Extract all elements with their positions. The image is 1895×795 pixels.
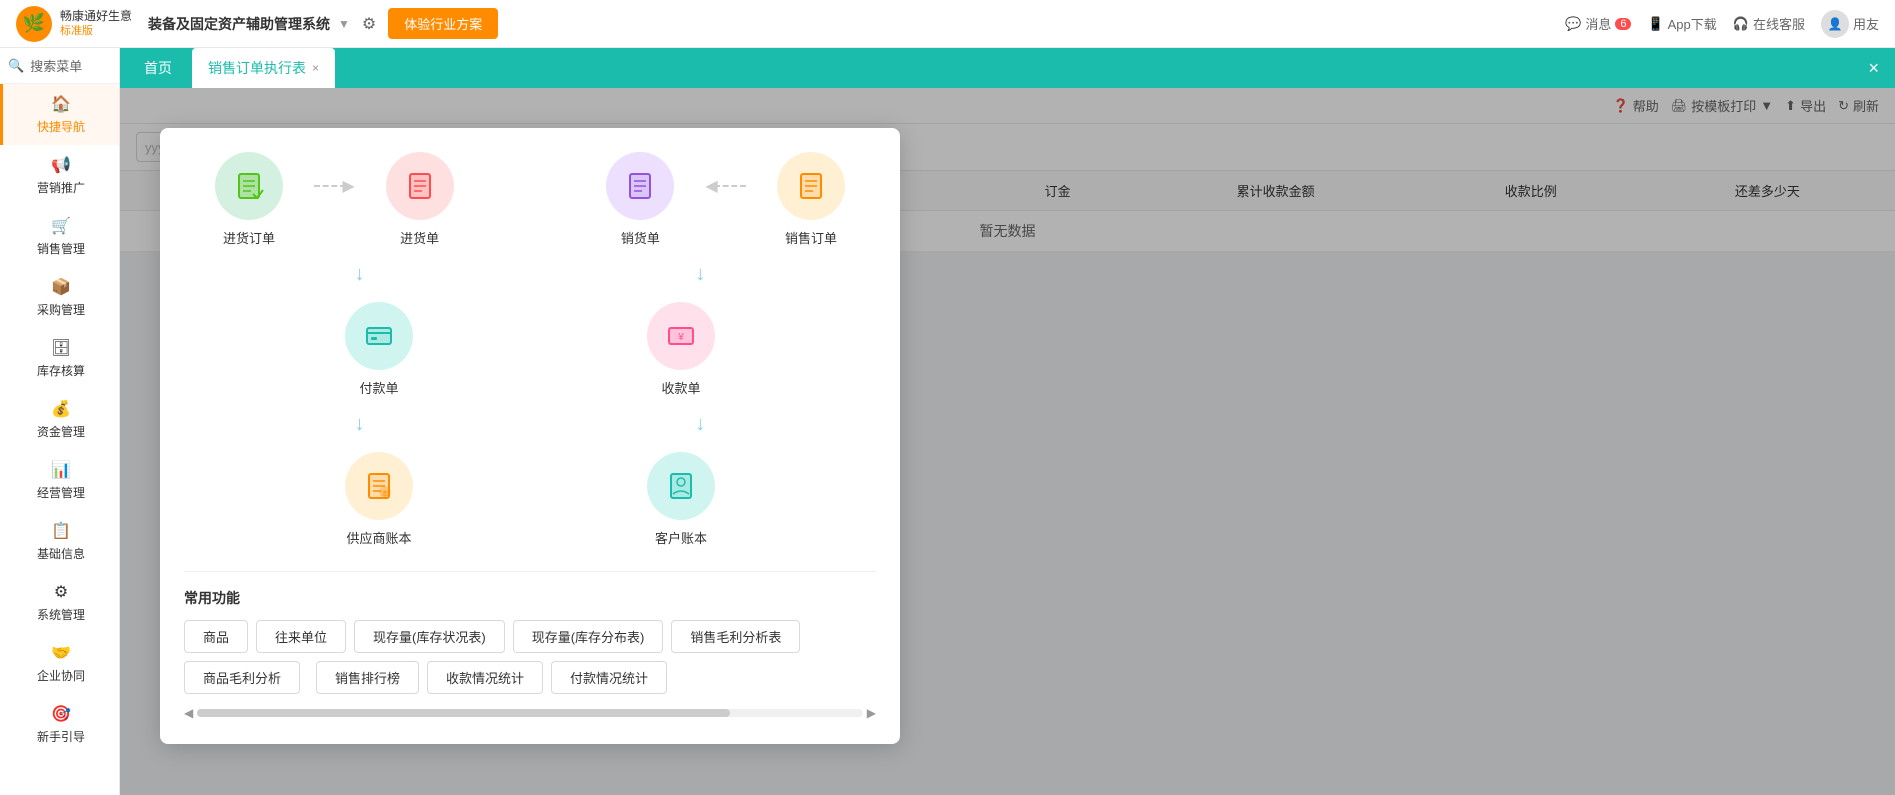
finance-icon: 💰 — [51, 399, 71, 419]
scrollbar-thumb — [197, 709, 729, 717]
inventory-icon: 🗄 — [51, 338, 71, 358]
base-icon: 📋 — [51, 521, 71, 541]
sidebar-item-marketing[interactable]: 📢 营销推广 — [0, 145, 119, 206]
common-func-button[interactable]: 现存量(库存状况表) — [354, 620, 505, 653]
down-arrow-payment: ↓ — [355, 413, 365, 436]
top-bar: 🌿 畅康通好生意 标准版 装备及固定资产辅助管理系统 ▼ ⚙ 体验行业方案 💬 … — [0, 0, 1895, 48]
supplier-ledger-circle: 本 — [345, 452, 413, 520]
sidebar-item-finance[interactable]: 💰 资金管理 — [0, 389, 119, 450]
sidebar-item-purchase[interactable]: 📦 采购管理 — [0, 267, 119, 328]
flow-item-customer-ledger[interactable]: 客户账本 — [616, 452, 746, 547]
sales-bill-circle — [606, 152, 674, 220]
settings-icon[interactable]: ⚙ — [362, 14, 376, 34]
modal-scrollbar: ◀ ▶ — [184, 706, 876, 720]
purchase-bill-circle — [386, 152, 454, 220]
arrow-sales-order-to-bill: ◀ — [705, 176, 746, 196]
message-icon: 💬 — [1565, 16, 1581, 32]
tab-home[interactable]: 首页 — [128, 48, 188, 88]
common-func-button[interactable]: 收款情况统计 — [427, 661, 543, 694]
logo-area: 🌿 畅康通好生意 标准版 — [16, 6, 136, 42]
sidebar-item-system[interactable]: ⚙ 系统管理 — [0, 572, 119, 633]
down-arrow-receipt: ↓ — [695, 413, 705, 436]
receipt-circle: ¥ — [647, 302, 715, 370]
system-title: 装备及固定资产辅助管理系统 ▼ — [148, 14, 350, 34]
content-area: 首页 销售订单执行表 × × ❓ 帮助 🖨 — [120, 48, 1895, 795]
flow-row-5: 本 供应商账本 — [184, 452, 876, 547]
logo-icon: 🌿 — [16, 6, 52, 42]
common-func-button[interactable]: 销售毛利分析表 — [671, 620, 800, 653]
system-title-chevron-icon[interactable]: ▼ — [338, 17, 350, 31]
search-menu-button[interactable]: 🔍 搜索菜单 — [0, 48, 119, 84]
tab-close-icon[interactable]: × — [312, 61, 319, 75]
common-func-button[interactable]: 商品 — [184, 620, 248, 653]
common-func-button[interactable]: 现存量(库存分布表) — [513, 620, 664, 653]
online-service-icon: 🎧 — [1733, 16, 1749, 32]
online-service-button[interactable]: 🎧 在线客服 — [1733, 14, 1805, 33]
top-right-area: 💬 消息 6 📱 App下载 🎧 在线客服 👤 用友 — [1565, 10, 1879, 38]
newbie-icon: 🎯 — [51, 704, 71, 724]
purchase-order-circle — [215, 152, 283, 220]
flow-row-3: 付款单 ¥ — [184, 302, 876, 397]
home-icon: 🏠 — [51, 94, 71, 114]
payment-circle — [345, 302, 413, 370]
page-content: ❓ 帮助 🖨 按模板打印 ▼ ⬆ 导出 ↻ 刷新 — [120, 88, 1895, 795]
svg-text:本: 本 — [382, 489, 389, 498]
tab-bar: 首页 销售订单执行表 × × — [120, 48, 1895, 88]
marketing-icon: 📢 — [51, 155, 71, 175]
sales-icon: 🛒 — [51, 216, 71, 236]
scroll-left-icon[interactable]: ◀ — [184, 706, 193, 720]
down-arrow-purchase: ↓ — [355, 263, 365, 286]
enterprise-icon: 🤝 — [51, 643, 71, 663]
flow-row-2-arrows: ↓ ↓ — [184, 263, 876, 286]
sidebar-item-newbie[interactable]: 🎯 新手引导 — [0, 694, 119, 755]
svg-text:¥: ¥ — [677, 332, 684, 343]
flow-item-receipt[interactable]: ¥ 收款单 — [616, 302, 746, 397]
arrow-purchase-order-to-bill: ▶ — [314, 176, 355, 196]
scroll-right-icon[interactable]: ▶ — [867, 706, 876, 720]
flow-item-purchase-bill[interactable]: 进货单 — [355, 152, 485, 247]
system-icon: ⚙ — [54, 582, 68, 602]
app-download-button[interactable]: 📱 App下载 — [1647, 14, 1716, 33]
common-func-button[interactable]: 往来单位 — [256, 620, 346, 653]
common-func-button[interactable]: 商品毛利分析 — [184, 661, 300, 694]
flow-row-1: 进货订单 ▶ — [184, 152, 876, 247]
search-icon: 🔍 — [8, 58, 24, 74]
flow-item-sales-order[interactable]: 销售订单 — [746, 152, 876, 247]
modal-overlay[interactable]: 进货订单 ▶ — [120, 88, 1895, 795]
common-func-button[interactable]: 销售排行榜 — [316, 661, 419, 694]
sales-order-circle — [777, 152, 845, 220]
down-arrow-sales: ↓ — [695, 263, 705, 286]
logo-text: 畅康通好生意 标准版 — [60, 9, 132, 39]
common-section-title: 常用功能 — [184, 588, 876, 608]
common-section: 常用功能 商品往来单位现存量(库存状况表)现存量(库存分布表)销售毛利分析表商品… — [184, 571, 876, 694]
sidebar: 🔍 搜索菜单 🏠 快捷导航 📢 营销推广 🛒 销售管理 📦 采购管理 🗄 — [0, 48, 120, 795]
flow-item-purchase-order[interactable]: 进货订单 — [184, 152, 314, 247]
flow-item-sales-bill[interactable]: 销货单 — [575, 152, 705, 247]
tab-sales-order[interactable]: 销售订单执行表 × — [192, 48, 335, 88]
scrollbar-track[interactable] — [197, 709, 863, 717]
operations-icon: 📊 — [51, 460, 71, 480]
sidebar-item-inventory[interactable]: 🗄 库存核算 — [0, 328, 119, 389]
common-func-button[interactable]: 付款情况统计 — [551, 661, 667, 694]
user-menu[interactable]: 👤 用友 — [1821, 10, 1879, 38]
flow-section: 进货订单 ▶ — [184, 152, 876, 547]
sidebar-item-sales[interactable]: 🛒 销售管理 — [0, 206, 119, 267]
sidebar-item-enterprise[interactable]: 🤝 企业协同 — [0, 633, 119, 694]
modal-box: 进货订单 ▶ — [160, 128, 900, 744]
purchase-icon: 📦 — [51, 277, 71, 297]
customer-ledger-circle — [647, 452, 715, 520]
message-badge: 6 — [1615, 18, 1631, 30]
flow-item-supplier-ledger[interactable]: 本 供应商账本 — [314, 452, 444, 547]
app-download-icon: 📱 — [1647, 16, 1663, 32]
sidebar-item-operations[interactable]: 📊 经营管理 — [0, 450, 119, 511]
flow-item-payment[interactable]: 付款单 — [314, 302, 444, 397]
tab-bar-close-icon[interactable]: × — [1860, 58, 1887, 79]
common-buttons: 商品往来单位现存量(库存状况表)现存量(库存分布表)销售毛利分析表商品毛利分析销… — [184, 620, 876, 694]
message-button[interactable]: 💬 消息 6 — [1565, 14, 1631, 33]
trial-button[interactable]: 体验行业方案 — [388, 8, 498, 39]
flow-row-4-arrows: ↓ ↓ — [184, 413, 876, 436]
sidebar-item-quick[interactable]: 🏠 快捷导航 — [0, 84, 119, 145]
avatar: 👤 — [1821, 10, 1849, 38]
sidebar-item-base[interactable]: 📋 基础信息 — [0, 511, 119, 572]
